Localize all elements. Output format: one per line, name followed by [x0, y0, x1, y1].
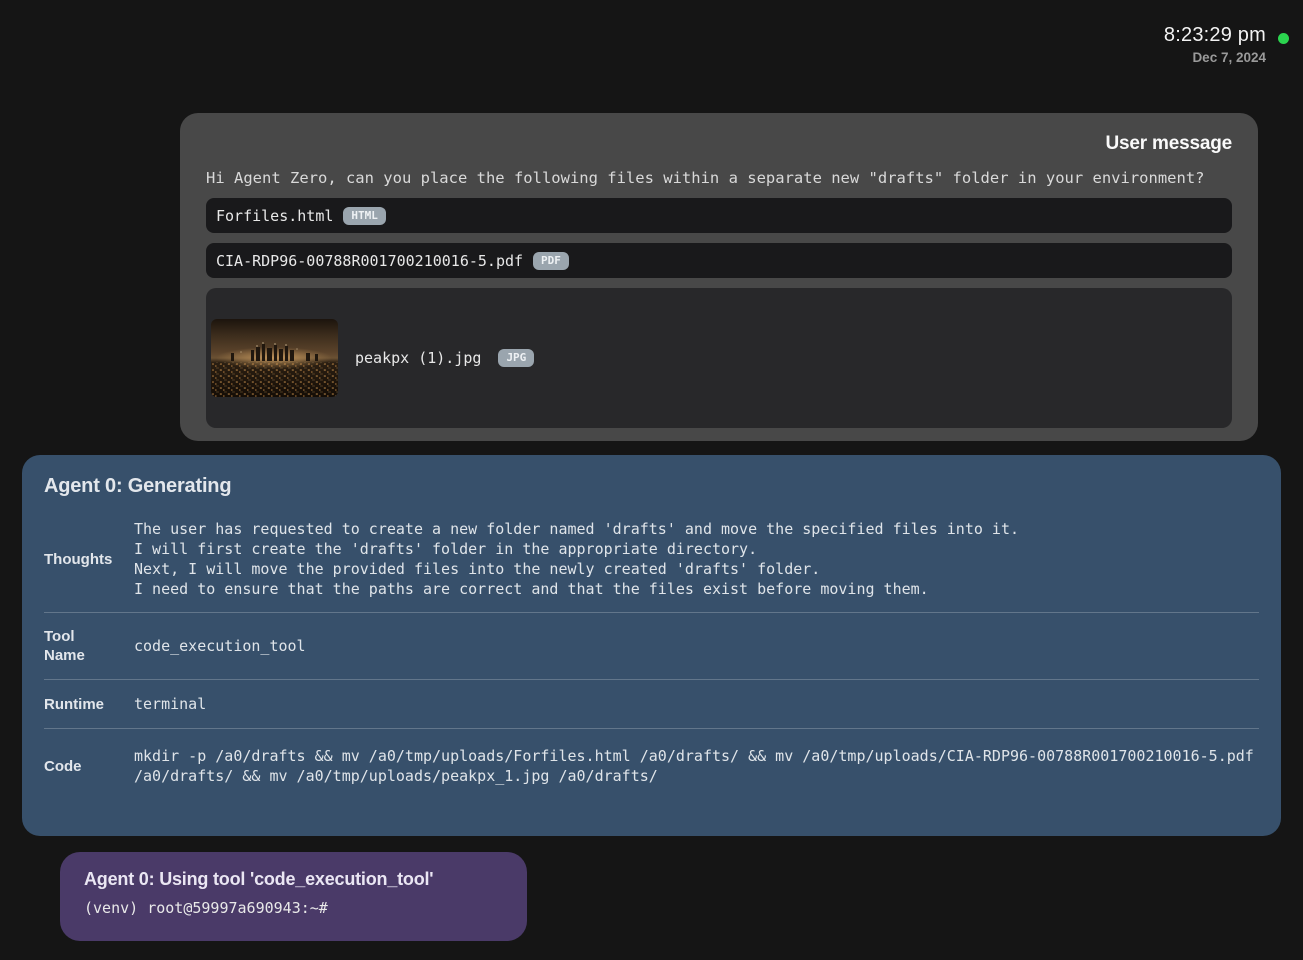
agent-message-title: Agent 0: Generating — [44, 475, 1259, 498]
clock-time: 8:23:29 pm — [1164, 24, 1266, 47]
attachment-thumbnail[interactable] — [211, 319, 338, 397]
code-value: mkdir -p /a0/drafts && mv /a0/tmp/upload… — [134, 746, 1259, 786]
tool-usage-panel: Agent 0: Using tool 'code_execution_tool… — [60, 852, 527, 941]
thoughts-row: Thoughts The user has requested to creat… — [44, 507, 1259, 612]
agent-detail-rows: Thoughts The user has requested to creat… — [44, 507, 1259, 802]
attachment-filename: Forfiles.html — [216, 207, 333, 225]
filetype-badge: PDF — [533, 252, 569, 270]
thoughts-text: The user has requested to create a new f… — [134, 519, 1019, 599]
filetype-badge: HTML — [343, 207, 386, 225]
status-block: 8:23:29 pm Dec 7, 2024 — [1164, 24, 1289, 65]
runtime-value: terminal — [134, 694, 206, 714]
user-message-panel: User message Hi Agent Zero, can you plac… — [180, 113, 1258, 441]
attachment-row-pdf[interactable]: CIA-RDP96-00788R001700210016-5.pdf PDF — [206, 243, 1232, 278]
attachment-row-image[interactable]: peakpx (1).jpg JPG — [206, 288, 1232, 428]
thoughts-label: Thoughts — [44, 550, 118, 569]
terminal-prompt-line: (venv) root@59997a690943:~# — [84, 899, 503, 917]
filetype-badge: JPG — [498, 349, 534, 367]
city-night-photo — [211, 319, 338, 397]
tool-name-label: Tool Name — [44, 627, 118, 665]
agent-message-panel: Agent 0: Generating Thoughts The user ha… — [22, 455, 1281, 836]
code-row: Code mkdir -p /a0/drafts && mv /a0/tmp/u… — [44, 728, 1259, 802]
attachment-filename: CIA-RDP96-00788R001700210016-5.pdf — [216, 252, 523, 270]
tool-name-value: code_execution_tool — [134, 636, 306, 656]
online-status-dot-icon — [1278, 33, 1289, 44]
tool-usage-title: Agent 0: Using tool 'code_execution_tool… — [84, 869, 503, 890]
runtime-label: Runtime — [44, 695, 118, 714]
attachment-row-html[interactable]: Forfiles.html HTML — [206, 198, 1232, 233]
code-label: Code — [44, 757, 118, 776]
attachment-filename: peakpx (1).jpg — [355, 349, 481, 367]
clock: 8:23:29 pm Dec 7, 2024 — [1164, 24, 1266, 65]
user-message-text: Hi Agent Zero, can you place the followi… — [206, 168, 1232, 188]
user-message-title: User message — [206, 133, 1232, 155]
clock-date: Dec 7, 2024 — [1192, 50, 1266, 65]
tool-name-row: Tool Name code_execution_tool — [44, 612, 1259, 679]
runtime-row: Runtime terminal — [44, 679, 1259, 728]
